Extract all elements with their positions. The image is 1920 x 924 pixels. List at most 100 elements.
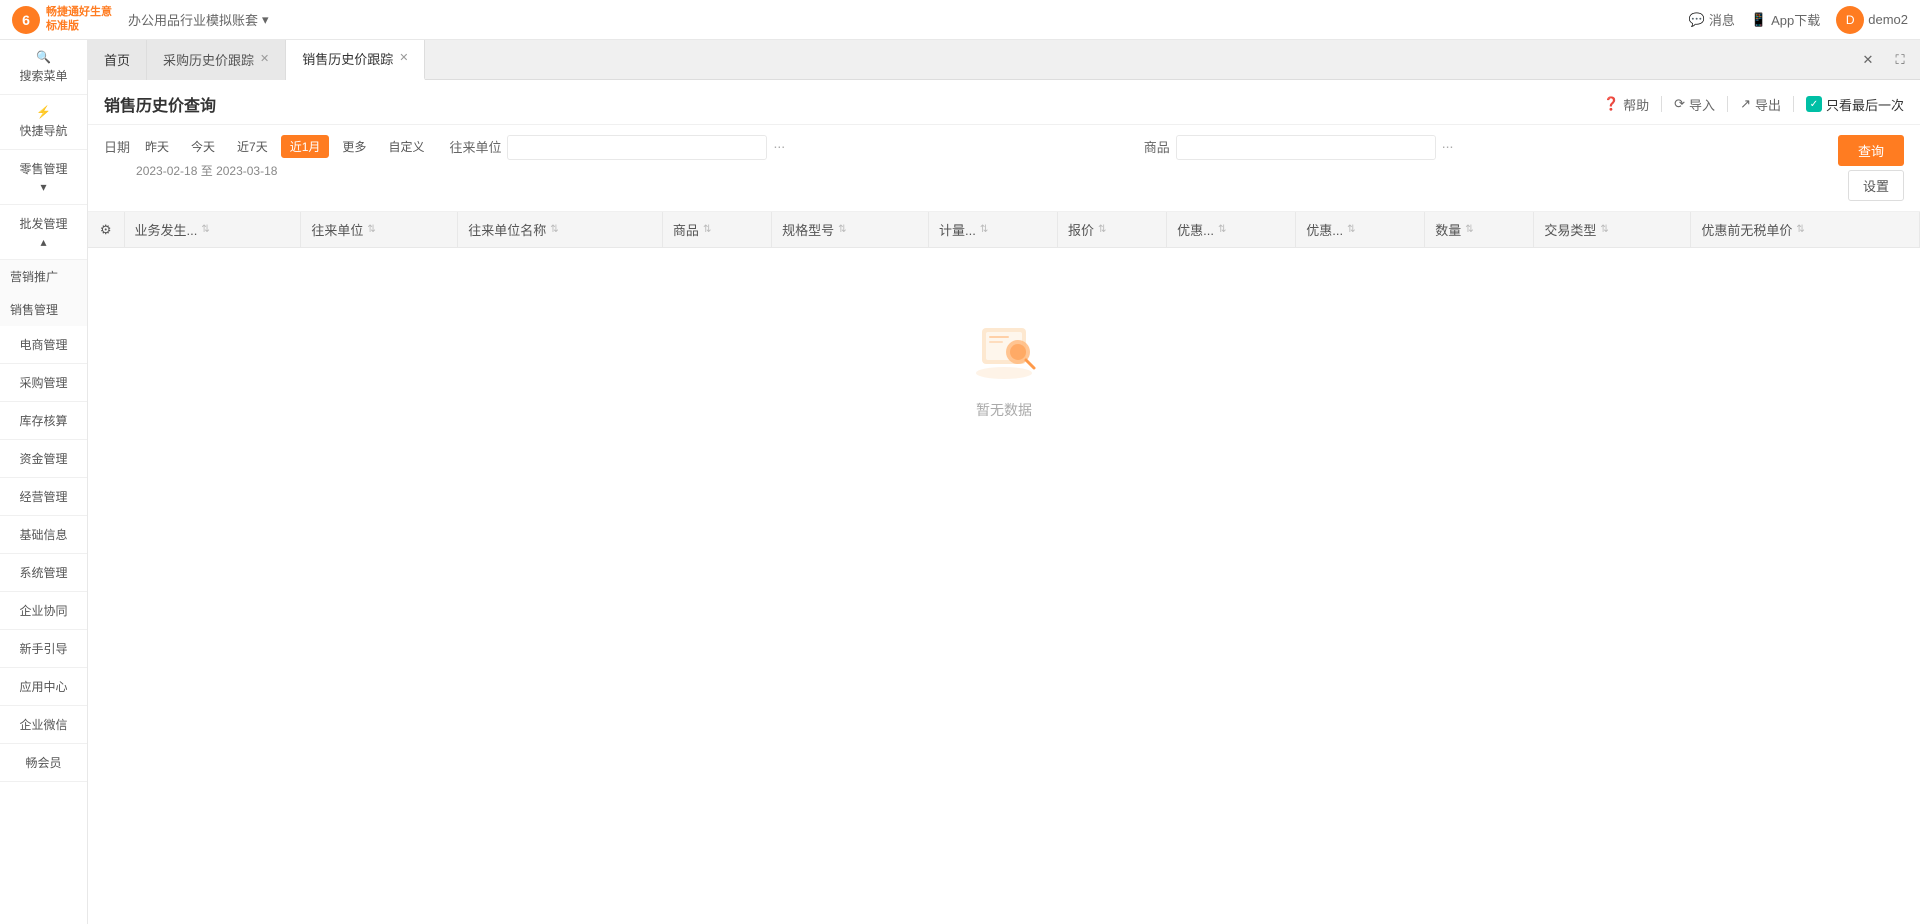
date-btn-today[interactable]: 今天 [182, 135, 224, 158]
partner-input[interactable] [507, 135, 767, 160]
date-btn-yesterday[interactable]: 昨天 [136, 135, 178, 158]
header-left: 6 畅捷通好生意 标准版 办公用品行业模拟账套 ▾ [12, 6, 277, 34]
goods-dots-button[interactable]: ... [1442, 135, 1454, 151]
sidebar-item-finance[interactable]: 资金管理 [0, 440, 87, 478]
sidebar-item-purchase[interactable]: 采购管理 [0, 364, 87, 402]
sidebar-item-wholesale[interactable]: 批发管理 ▴ [0, 205, 87, 260]
sort-icon: ⇅ [550, 224, 558, 235]
header-right: 💬 消息 📱 App下载 D demo2 [1689, 6, 1908, 34]
goods-input[interactable] [1176, 135, 1436, 160]
content-area: 首页 采购历史价跟踪 ✕ 销售历史价跟踪 ✕ ✕ ⛶ 销售历史价查询 [88, 40, 1920, 924]
table-col-pre-tax[interactable]: 优惠前无税单价 ⇅ [1691, 212, 1920, 248]
table-col-settings[interactable]: ⚙ [88, 212, 124, 248]
table-col-biz-date[interactable]: 业务发生... ⇅ [124, 212, 301, 248]
tab-close-purchase[interactable]: ✕ [260, 54, 269, 65]
table-col-partner-code[interactable]: 往来单位 ⇅ [301, 212, 458, 248]
tab-bar: 首页 采购历史价跟踪 ✕ 销售历史价跟踪 ✕ ✕ ⛶ [88, 40, 1920, 80]
sidebar-item-search-menu[interactable]: 🔍 搜索菜单 [0, 40, 87, 95]
date-options: 昨天 今天 近7天 近1月 更多 自定义 2023-02-18 至 2023-0… [136, 135, 433, 179]
help-button[interactable]: ❓ 帮助 [1603, 95, 1649, 114]
sort-icon: ⇅ [1098, 224, 1106, 235]
sidebar-item-vip[interactable]: 畅会员 [0, 744, 87, 782]
user-menu[interactable]: D demo2 [1836, 6, 1908, 34]
sidebar-item-apps[interactable]: 应用中心 [0, 668, 87, 706]
tab-close-sales[interactable]: ✕ [399, 53, 408, 64]
partner-dots-button[interactable]: ... [773, 135, 785, 151]
tab-home[interactable]: 首页 [88, 40, 147, 80]
sort-icon: ⇅ [1796, 224, 1804, 235]
table-col-unit[interactable]: 计量... ⇅ [928, 212, 1057, 248]
import-icon: ⟳ [1674, 96, 1685, 112]
phone-icon: 📱 [1751, 12, 1767, 28]
checkbox-checked-icon: ✓ [1806, 96, 1822, 112]
page-actions: ❓ 帮助 ⟳ 导入 ↗ 导出 ✓ [1603, 95, 1904, 114]
empty-state: 暂无数据 [88, 248, 1920, 480]
sidebar-item-enterprise[interactable]: 企业协同 [0, 592, 87, 630]
table-col-discount1[interactable]: 优惠... ⇅ [1167, 212, 1296, 248]
chevron-down-icon: ▾ [40, 180, 46, 194]
sort-icon: ⇅ [1218, 224, 1226, 235]
logo-text: 畅捷通好生意 标准版 [46, 6, 112, 32]
page-title: 销售历史价查询 [104, 92, 216, 116]
help-icon: ❓ [1603, 96, 1619, 112]
table-col-goods[interactable]: 商品 ⇅ [662, 212, 771, 248]
sort-icon: ⇅ [980, 224, 988, 235]
date-range: 2023-02-18 至 2023-03-18 [136, 162, 433, 179]
table-col-trade-type[interactable]: 交易类型 ⇅ [1534, 212, 1691, 248]
filter-settings-button[interactable]: 设置 [1848, 170, 1904, 201]
only-last-checkbox[interactable]: ✓ 只看最后一次 [1806, 95, 1904, 114]
message-button[interactable]: 💬 消息 [1689, 10, 1735, 29]
sidebar-item-quick-nav[interactable]: ⚡ 快捷导航 [0, 95, 87, 150]
table-col-partner-name[interactable]: 往来单位名称 ⇅ [458, 212, 663, 248]
date-label: 日期 [104, 135, 130, 156]
sidebar-item-operation[interactable]: 经营管理 [0, 478, 87, 516]
date-buttons: 昨天 今天 近7天 近1月 更多 自定义 [136, 135, 433, 158]
search-icon: 🔍 [36, 50, 51, 64]
date-btn-1month[interactable]: 近1月 [281, 135, 330, 158]
divider3 [1793, 96, 1794, 112]
table-col-discount2[interactable]: 优惠... ⇅ [1296, 212, 1425, 248]
export-button[interactable]: ↗ 导出 [1740, 95, 1781, 114]
date-btn-more[interactable]: 更多 [333, 135, 375, 158]
page-content: 销售历史价查询 ❓ 帮助 ⟳ 导入 ↗ 导出 [88, 80, 1920, 924]
sidebar-item-marketing[interactable]: 营销推广 [0, 260, 87, 293]
sidebar-item-ecommerce[interactable]: 电商管理 [0, 326, 87, 364]
sidebar-item-basic[interactable]: 基础信息 [0, 516, 87, 554]
sidebar-item-sales[interactable]: 销售管理 [0, 293, 87, 326]
filter-action-group: 查询 设置 [1838, 135, 1904, 201]
close-all-tabs-button[interactable]: ✕ [1856, 48, 1880, 72]
sidebar-item-system[interactable]: 系统管理 [0, 554, 87, 592]
divider [1661, 96, 1662, 112]
tab-actions: ✕ ⛶ [1848, 48, 1920, 72]
table-col-spec[interactable]: 规格型号 ⇅ [772, 212, 929, 248]
table-col-qty[interactable]: 数量 ⇅ [1425, 212, 1534, 248]
sidebar-item-wechat[interactable]: 企业微信 [0, 706, 87, 744]
sidebar-item-retail[interactable]: 零售管理 ▾ [0, 150, 87, 205]
date-btn-7days[interactable]: 近7天 [228, 135, 277, 158]
empty-text: 暂无数据 [976, 400, 1032, 420]
import-button[interactable]: ⟳ 导入 [1674, 95, 1715, 114]
maximize-button[interactable]: ⛶ [1888, 48, 1912, 72]
date-filter-group: 日期 昨天 今天 近7天 近1月 更多 自定义 2023-02-18 至 202… [104, 135, 433, 179]
company-dropdown[interactable]: 办公用品行业模拟账套 ▾ [120, 10, 277, 29]
logo-icon: 6 [12, 6, 40, 34]
sort-icon: ⇅ [201, 224, 209, 235]
nav-icon: ⚡ [36, 105, 51, 119]
data-table: ⚙ 业务发生... ⇅ 往来单位 [88, 212, 1920, 248]
chevron-up-icon: ▴ [40, 235, 46, 249]
export-icon: ↗ [1740, 96, 1751, 112]
sort-icon: ⇅ [1347, 224, 1355, 235]
table-settings-icon[interactable]: ⚙ [100, 222, 112, 237]
partner-filter-group: 往来单位 ... [449, 135, 1127, 160]
empty-illustration [964, 308, 1044, 388]
app-download-button[interactable]: 📱 App下载 [1751, 10, 1820, 29]
tab-sales-history[interactable]: 销售历史价跟踪 ✕ [286, 40, 425, 80]
table-col-quote[interactable]: 报价 ⇅ [1058, 212, 1167, 248]
sidebar-item-inventory[interactable]: 库存核算 [0, 402, 87, 440]
date-btn-custom[interactable]: 自定义 [379, 135, 433, 158]
sidebar-item-newuser[interactable]: 新手引导 [0, 630, 87, 668]
partner-label: 往来单位 [449, 135, 501, 156]
sort-icon: ⇅ [1600, 224, 1608, 235]
tab-purchase-history[interactable]: 采购历史价跟踪 ✕ [147, 40, 286, 80]
query-button[interactable]: 查询 [1838, 135, 1904, 166]
